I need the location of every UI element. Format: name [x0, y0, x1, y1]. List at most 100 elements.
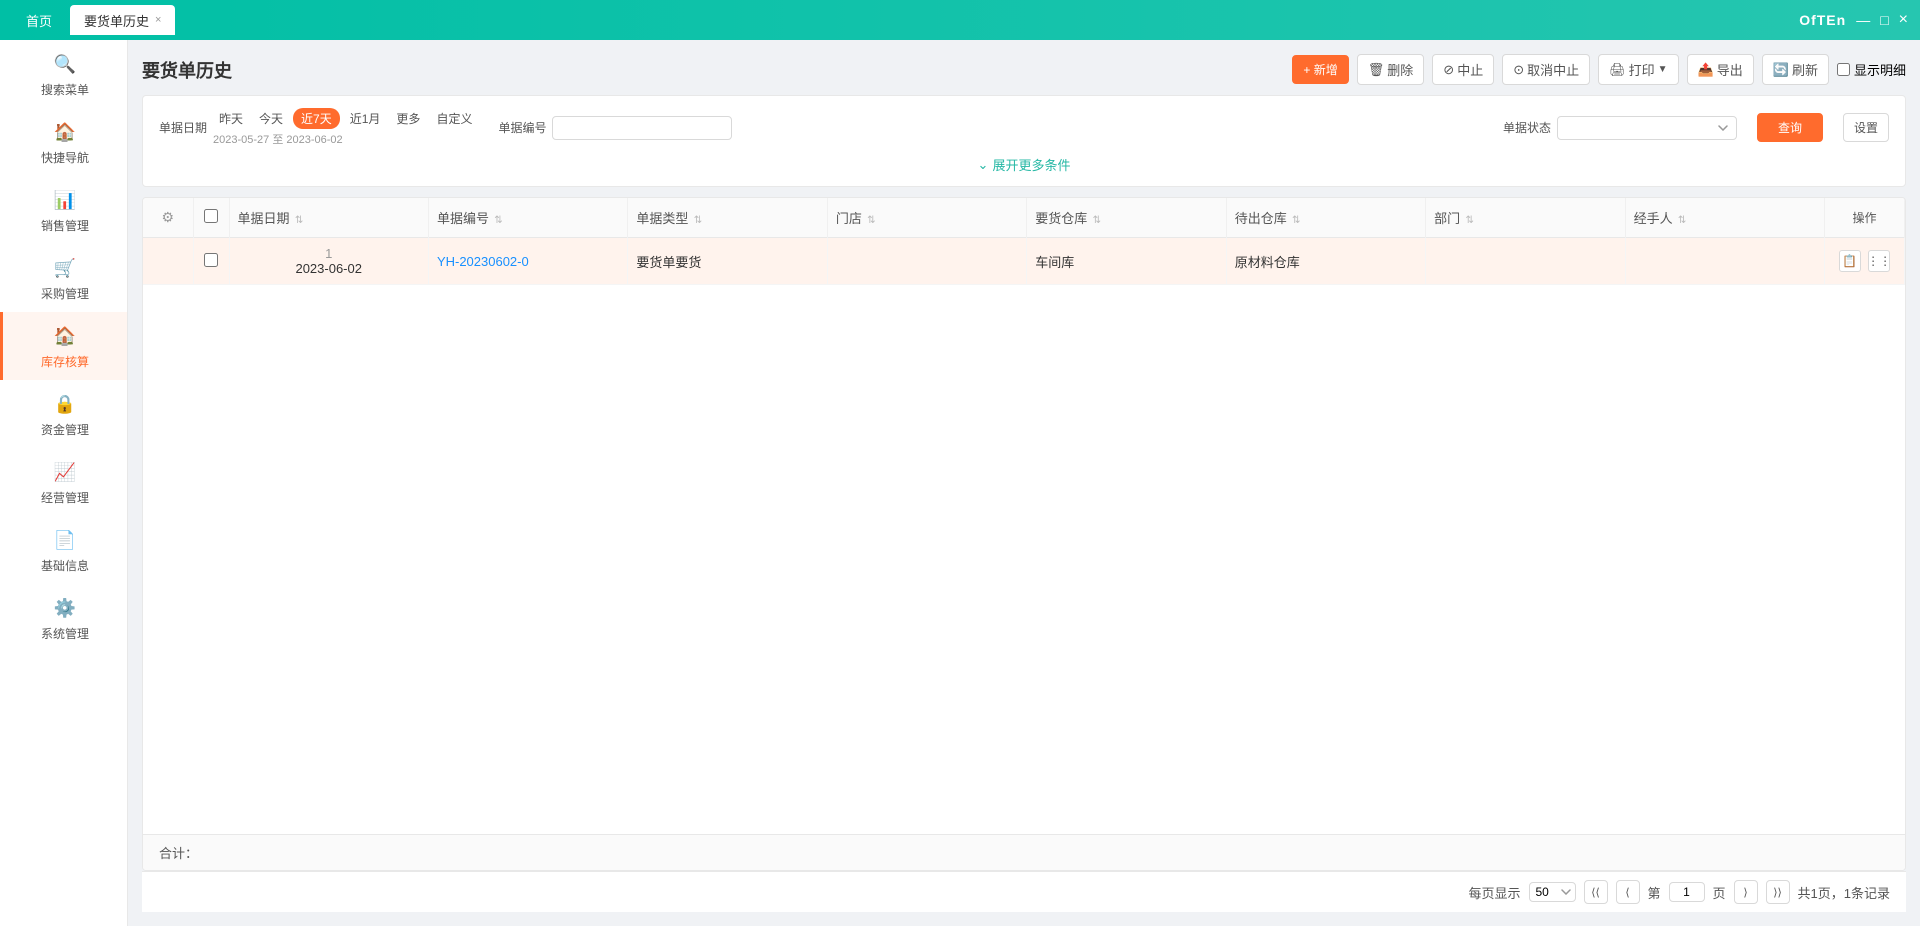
date-btn-custom[interactable]: 自定义	[430, 108, 478, 129]
sidebar-item-search-menu[interactable]: 🔍 搜索菜单	[0, 40, 127, 108]
doc-no-label: 单据编号	[498, 119, 546, 136]
status-select[interactable]	[1557, 116, 1737, 140]
tab-home[interactable]: 首页	[12, 5, 66, 35]
th-doc-type-label: 单据类型	[636, 211, 688, 226]
td-handler	[1625, 238, 1824, 285]
cancel-stop-label: 取消中止	[1527, 60, 1579, 79]
select-all-checkbox[interactable]	[204, 209, 218, 223]
td-row-num: 1 2023-06-02	[229, 238, 428, 285]
new-button[interactable]: + 新增	[1292, 55, 1348, 84]
expand-more-label: 展开更多条件	[992, 155, 1070, 174]
sidebar: 🔍 搜索菜单 🏠 快捷导航 📊 销售管理 🛒 采购管理 🏠 库存核算 🔒 资金管…	[0, 40, 128, 926]
sidebar-item-quick-nav[interactable]: 🏠 快捷导航	[0, 108, 127, 176]
last-page-button[interactable]: ⟩⟩	[1766, 880, 1790, 904]
sidebar-item-purchase-mgmt-label: 采购管理	[41, 285, 89, 302]
sidebar-item-finance-mgmt[interactable]: 🔒 资金管理	[0, 380, 127, 448]
doc-no-input[interactable]	[552, 116, 732, 140]
date-btn-yesterday[interactable]: 昨天	[213, 108, 249, 129]
stop-button[interactable]: ⊘ 中止	[1432, 54, 1494, 85]
date-range-display: 2023-05-27 至 2023-06-02	[213, 131, 478, 147]
row-edit-button[interactable]: 📋	[1839, 250, 1861, 272]
doc-no-filter: 单据编号	[498, 116, 732, 140]
th-req-warehouse-label: 要货仓库	[1035, 211, 1087, 226]
display-detail-label: 显示明细	[1854, 60, 1906, 79]
td-doc-no: YH-20230602-0	[428, 238, 627, 285]
print-button[interactable]: 🖨 打印 ▼	[1598, 54, 1678, 85]
search-menu-icon: 🔍	[54, 54, 76, 75]
sidebar-item-search-menu-label: 搜索菜单	[41, 81, 89, 98]
th-pendingwh-sort-icon[interactable]: ⇅	[1292, 215, 1300, 226]
sidebar-item-sales-mgmt[interactable]: 📊 销售管理	[0, 176, 127, 244]
th-store-sort-icon[interactable]: ⇅	[867, 215, 875, 226]
th-req-warehouse: 要货仓库 ⇅	[1027, 198, 1226, 238]
th-settings: ⚙	[143, 198, 193, 238]
pagination-bar: 每页显示 50 10 20 100 ⟨⟨ ⟨ 第 页 ⟩ ⟩⟩ 共1页，1条记录	[142, 871, 1906, 912]
td-doc-type: 要货单要货	[628, 238, 827, 285]
page-label-before: 第	[1648, 883, 1661, 902]
date-btn-more[interactable]: 更多	[390, 108, 426, 129]
th-doc-type: 单据类型 ⇅	[628, 198, 827, 238]
tab-home-label: 首页	[26, 11, 52, 30]
tab-requisition-label: 要货单历史	[84, 11, 149, 30]
table-row: 1 2023-06-02 YH-20230602-0 要货单要货	[143, 238, 1905, 285]
sidebar-item-inventory[interactable]: 🏠 库存核算	[0, 312, 127, 380]
tab-close-icon[interactable]: ×	[155, 14, 161, 26]
th-reqwh-sort-icon[interactable]: ⇅	[1093, 215, 1101, 226]
row-checkbox[interactable]	[204, 253, 218, 267]
th-handler-sort-icon[interactable]: ⇅	[1678, 215, 1686, 226]
th-check	[193, 198, 229, 238]
sidebar-item-purchase-mgmt[interactable]: 🛒 采购管理	[0, 244, 127, 312]
basic-info-icon: 📄	[54, 530, 76, 551]
td-operation: 📋 ⋮⋮	[1825, 238, 1905, 285]
th-doctype-sort-icon[interactable]: ⇅	[694, 215, 702, 226]
td-pending-warehouse: 原材料仓库	[1226, 238, 1425, 285]
first-page-button[interactable]: ⟨⟨	[1584, 880, 1608, 904]
date-btn-1month[interactable]: 近1月	[344, 108, 387, 129]
th-dept-label: 部门	[1434, 211, 1460, 226]
date-filter: 单据日期 昨天 今天 近7天 近1月 更多 自定义 2023-05-27 至 2…	[159, 108, 478, 147]
cancel-stop-button[interactable]: ⊙ 取消中止	[1502, 54, 1590, 85]
row-more-button[interactable]: ⋮⋮	[1868, 250, 1890, 272]
expand-more[interactable]: ⌄ 展开更多条件	[159, 155, 1889, 174]
display-detail-toggle[interactable]: 显示明细	[1837, 60, 1906, 79]
sidebar-item-ops-mgmt[interactable]: 📈 经营管理	[0, 448, 127, 516]
page-header: 要货单历史 + 新增 🗑 删除 ⊘ 中止 ⊙ 取消中止 🖨 打印	[142, 54, 1906, 85]
date-btn-7days[interactable]: 近7天	[293, 108, 340, 129]
query-button[interactable]: 查询	[1757, 113, 1823, 142]
tab-requisition-history[interactable]: 要货单历史 ×	[70, 5, 175, 35]
td-req-warehouse: 车间库	[1027, 238, 1226, 285]
sidebar-item-sys-mgmt[interactable]: ⚙️ 系统管理	[0, 584, 127, 652]
table-wrapper: ⚙ 单据日期 ⇅ 单据编号 ⇅	[142, 197, 1906, 871]
settings-button[interactable]: 设置	[1843, 113, 1889, 142]
window-close-icon[interactable]: ×	[1899, 11, 1908, 29]
column-settings-icon[interactable]: ⚙	[161, 209, 174, 225]
refresh-button[interactable]: 🔄 刷新	[1762, 54, 1829, 85]
th-store-label: 门店	[836, 211, 862, 226]
export-button[interactable]: 📤 导出	[1687, 54, 1754, 85]
status-filter: 单据状态	[1503, 116, 1737, 140]
row-date: 2023-06-02	[295, 261, 362, 276]
expand-more-icon: ⌄	[978, 157, 989, 173]
th-date-sort-icon[interactable]: ⇅	[295, 215, 303, 226]
th-handler-label: 经手人	[1634, 211, 1673, 226]
date-btn-today[interactable]: 今天	[253, 108, 289, 129]
doc-no-link[interactable]: YH-20230602-0	[437, 254, 529, 269]
filter-panel: 单据日期 昨天 今天 近7天 近1月 更多 自定义 2023-05-27 至 2…	[142, 95, 1906, 187]
minimize-icon[interactable]: —	[1856, 12, 1870, 28]
current-page-input[interactable]	[1669, 882, 1705, 902]
print-icon: 🖨	[1609, 62, 1626, 78]
pending-warehouse-value: 原材料仓库	[1235, 255, 1300, 270]
sidebar-item-basic-info[interactable]: 📄 基础信息	[0, 516, 127, 584]
per-page-select[interactable]: 50 10 20 100	[1529, 882, 1576, 902]
total-info: 共1页，1条记录	[1798, 883, 1890, 902]
sidebar-item-finance-mgmt-label: 资金管理	[41, 421, 89, 438]
next-page-button[interactable]: ⟩	[1734, 880, 1758, 904]
maximize-icon[interactable]: □	[1880, 12, 1888, 28]
th-docno-sort-icon[interactable]: ⇅	[494, 215, 502, 226]
th-pending-warehouse-label: 待出仓库	[1235, 211, 1287, 226]
prev-page-button[interactable]: ⟨	[1616, 880, 1640, 904]
ops-mgmt-icon: 📈	[54, 462, 76, 483]
display-detail-checkbox[interactable]	[1837, 63, 1850, 76]
th-dept-sort-icon[interactable]: ⇅	[1465, 215, 1473, 226]
delete-button[interactable]: 🗑 删除	[1357, 54, 1425, 85]
